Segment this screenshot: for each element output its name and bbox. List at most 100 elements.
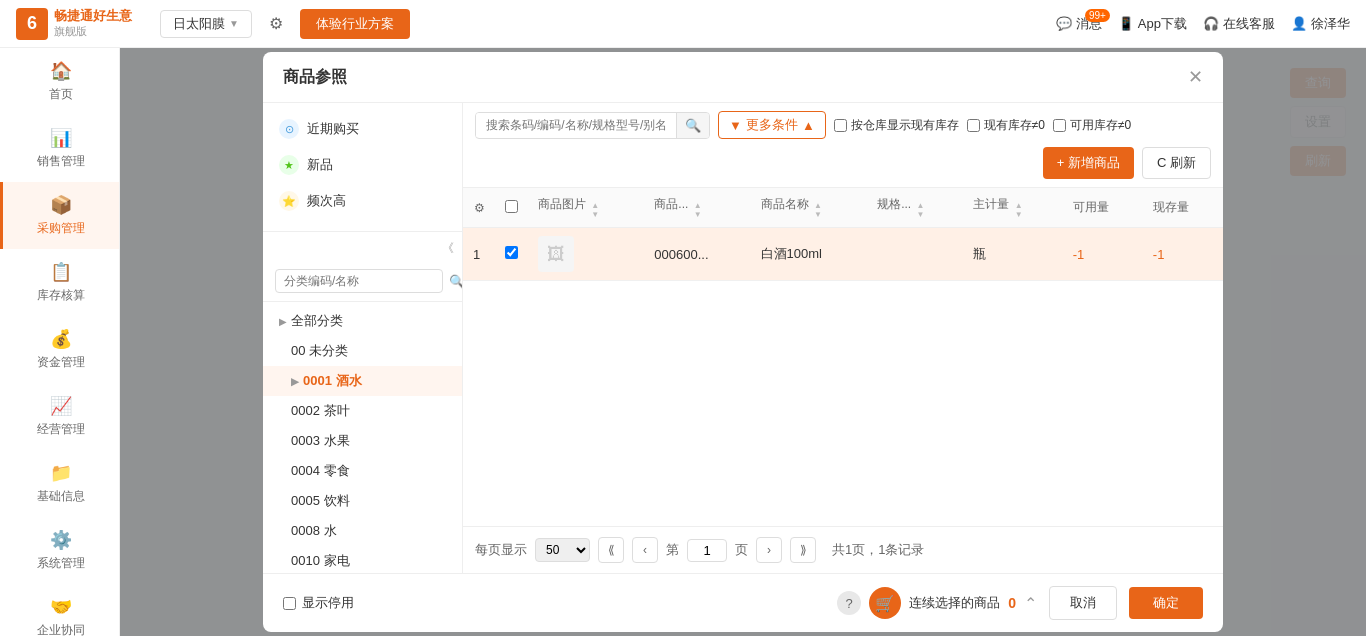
sidebar-item-sales-label: 销售管理	[37, 153, 85, 170]
topbar: 6 畅捷通好生意 旗舰版 日太阳膜 ▼ ⚙ 体验行业方案 💬 消息 99+ 📱 …	[0, 0, 1366, 48]
message-icon: 💬	[1056, 16, 1072, 31]
sidebar-item-basic-label: 基础信息	[37, 488, 85, 505]
quick-access-freq[interactable]: ⭐ 频次高	[263, 183, 462, 219]
category-0004-label: 0004 零食	[291, 462, 350, 480]
expand-all-icon: ▶	[279, 316, 287, 327]
sidebar-item-finance[interactable]: 💰 资金管理	[0, 316, 119, 383]
category-item-0003[interactable]: 0003 水果	[263, 426, 462, 456]
confirm-button[interactable]: 确定	[1129, 587, 1203, 619]
collapse-sidebar-btn[interactable]: 《	[263, 236, 462, 261]
phone-icon: 📱	[1118, 16, 1134, 31]
page-number-input[interactable]	[687, 539, 727, 562]
settings-icon[interactable]: ⚙	[260, 8, 292, 40]
category-item-0001[interactable]: ▶ 0001 酒水	[263, 366, 462, 396]
show-disabled-checkbox[interactable]	[283, 597, 296, 610]
table-row[interactable]: 1 🖼 000600... 白酒100ml 瓶	[463, 228, 1223, 281]
row-checkbox-cell[interactable]	[495, 228, 528, 281]
category-0001-label: 0001 酒水	[303, 372, 362, 390]
sort-code[interactable]: ▲▼	[694, 201, 702, 219]
page-next-button[interactable]: ›	[756, 537, 782, 563]
more-filter-button[interactable]: ▼ 更多条件 ▲	[718, 111, 826, 139]
sidebar-item-finance-label: 资金管理	[37, 354, 85, 371]
quick-access-recent[interactable]: ⊙ 近期购买	[263, 111, 462, 147]
sidebar-item-basic[interactable]: 📁 基础信息	[0, 450, 119, 517]
warehouse-filter[interactable]: 按仓库显示现有库存	[834, 117, 959, 134]
category-item-0010[interactable]: 0010 家电	[263, 546, 462, 573]
system-icon: ⚙️	[50, 529, 72, 551]
quick-access-new[interactable]: ★ 新品	[263, 147, 462, 183]
product-search-input[interactable]	[476, 113, 676, 137]
category-item-0004[interactable]: 0004 零食	[263, 456, 462, 486]
expand-0001-icon: ▶	[291, 376, 299, 387]
user-avatar[interactable]: 👤 徐泽华	[1291, 15, 1350, 33]
add-product-button[interactable]: + 新增商品	[1043, 147, 1134, 179]
trial-button[interactable]: 体验行业方案	[300, 9, 410, 39]
freq-icon: ⭐	[279, 191, 299, 211]
product-search-box: 🔍	[475, 112, 710, 139]
message-item[interactable]: 💬 消息 99+	[1056, 15, 1102, 33]
category-search-input[interactable]	[275, 269, 443, 293]
select-all-checkbox[interactable]	[505, 200, 518, 213]
sales-icon: 📊	[50, 127, 72, 149]
page-last-button[interactable]: ⟫	[790, 537, 816, 563]
logo-text: 畅捷通好生意	[54, 8, 132, 25]
sidebar-item-system[interactable]: ⚙️ 系统管理	[0, 517, 119, 584]
collapse-up-icon[interactable]: ⌃	[1024, 594, 1037, 613]
category-item-0002[interactable]: 0002 茶叶	[263, 396, 462, 426]
modal-title: 商品参照	[283, 67, 347, 88]
store-selector[interactable]: 日太阳膜 ▼	[160, 10, 252, 38]
message-badge: 99+	[1085, 9, 1110, 22]
category-item-0008[interactable]: 0008 水	[263, 516, 462, 546]
customer-service-item[interactable]: 🎧 在线客服	[1203, 15, 1275, 33]
warehouse-filter-checkbox[interactable]	[834, 119, 847, 132]
category-item-all[interactable]: ▶ 全部分类	[263, 306, 462, 336]
sidebar-item-home[interactable]: 🏠 首页	[0, 48, 119, 115]
sort-spec[interactable]: ▲▼	[917, 201, 925, 219]
modal-toolbar: 🔍 ▼ 更多条件 ▲ 按仓库显示现有库存	[463, 103, 1223, 188]
th-code: 商品... ▲▼	[644, 188, 750, 228]
content-area: 查询 设置 刷新 商品参照 ✕ ⊙	[120, 48, 1366, 636]
quick-access-new-label: 新品	[307, 156, 333, 174]
sort-name[interactable]: ▲▼	[814, 201, 822, 219]
th-spec: 规格... ▲▼	[867, 188, 963, 228]
sidebar-item-enterprise[interactable]: 🤝 企业协同	[0, 584, 119, 636]
row-checkbox[interactable]	[505, 246, 518, 259]
recent-icon: ⊙	[279, 119, 299, 139]
app-download-item[interactable]: 📱 App下载	[1118, 15, 1187, 33]
sidebar-item-inventory[interactable]: 📋 库存核算	[0, 249, 119, 316]
product-search-icon[interactable]: 🔍	[676, 113, 709, 138]
operations-icon: 📈	[50, 395, 72, 417]
stock-filter[interactable]: 现有库存≠0	[967, 117, 1045, 134]
refresh-button[interactable]: C 刷新	[1142, 147, 1211, 179]
sidebar-item-system-label: 系统管理	[37, 555, 85, 572]
modal-footer: 显示停用 ? 🛒 连续选择的商品 0 ⌃ 取消 确定	[263, 573, 1223, 632]
available-filter[interactable]: 可用库存≠0	[1053, 117, 1131, 134]
sort-image[interactable]: ▲▼	[591, 201, 599, 219]
stock-filter-checkbox[interactable]	[967, 119, 980, 132]
sidebar-item-operations[interactable]: 📈 经营管理	[0, 383, 119, 450]
help-icon[interactable]: ?	[837, 591, 861, 615]
logo-icon: 6	[16, 8, 48, 40]
cart-icon[interactable]: 🛒	[869, 587, 901, 619]
category-item-0005[interactable]: 0005 饮料	[263, 486, 462, 516]
modal-close-button[interactable]: ✕	[1188, 66, 1203, 88]
th-settings[interactable]: ⚙	[463, 188, 495, 228]
show-disabled-label[interactable]: 显示停用	[283, 594, 354, 612]
cancel-button[interactable]: 取消	[1049, 586, 1117, 620]
sidebar-item-procurement[interactable]: 📦 采购管理	[0, 182, 119, 249]
finance-icon: 💰	[50, 328, 72, 350]
sidebar-item-enterprise-label: 企业协同	[37, 622, 85, 636]
category-item-00[interactable]: 00 未分类	[263, 336, 462, 366]
category-search-icon[interactable]: 🔍	[449, 274, 463, 289]
row-name: 白酒100ml	[751, 228, 868, 281]
page-first-button[interactable]: ⟪	[598, 537, 624, 563]
quick-access-section: ⊙ 近期购买 ★ 新品 ⭐ 频次高	[263, 103, 462, 227]
page-size-select[interactable]: 50 20 100	[535, 538, 590, 562]
page-prev-button[interactable]: ‹	[632, 537, 658, 563]
enterprise-icon: 🤝	[50, 596, 72, 618]
category-all-label: 全部分类	[291, 312, 343, 330]
sidebar-item-sales[interactable]: 📊 销售管理	[0, 115, 119, 182]
available-filter-checkbox[interactable]	[1053, 119, 1066, 132]
sort-unit[interactable]: ▲▼	[1015, 201, 1023, 219]
quick-access-freq-label: 频次高	[307, 192, 346, 210]
